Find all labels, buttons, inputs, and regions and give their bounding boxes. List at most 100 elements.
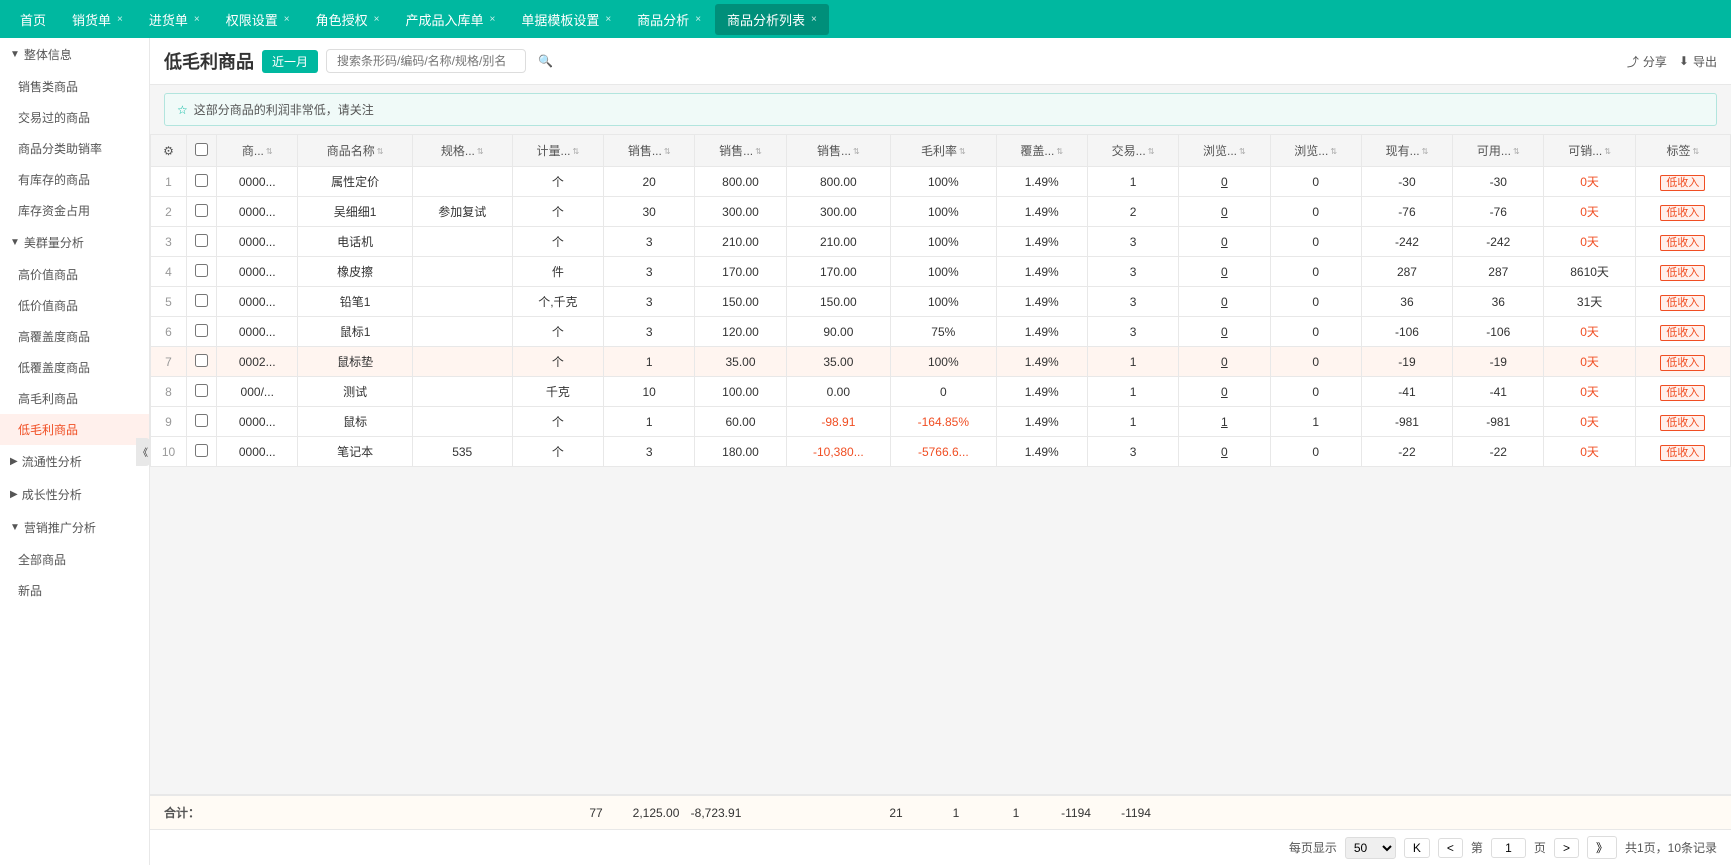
- col-sales-profit[interactable]: 销售...⇅: [786, 135, 890, 167]
- sidebar-item-inventory-capital[interactable]: 库存资金占用: [0, 195, 149, 226]
- nav-roles[interactable]: 角色授权 ×: [304, 4, 392, 35]
- next-page-button[interactable]: >: [1554, 838, 1579, 858]
- nav-product-analysis[interactable]: 商品分析 ×: [625, 4, 713, 35]
- sidebar-item-all-products[interactable]: 全部商品: [0, 544, 149, 575]
- row-views1-8[interactable]: 1: [1179, 407, 1270, 437]
- select-all-checkbox[interactable]: [195, 143, 208, 156]
- last-page-button[interactable]: 》: [1587, 836, 1617, 859]
- col-available-stock[interactable]: 可用...⇅: [1453, 135, 1544, 167]
- col-views1[interactable]: 浏览...⇅: [1179, 135, 1270, 167]
- row-checkbox-9[interactable]: [187, 437, 217, 467]
- time-filter-button[interactable]: 近一月: [262, 50, 318, 73]
- row-sales-amount-4: 150.00: [695, 287, 786, 317]
- col-sellable-days[interactable]: 可销...⇅: [1544, 135, 1635, 167]
- export-button[interactable]: ⬇ 导出: [1679, 53, 1717, 70]
- row-checkbox-8[interactable]: [187, 407, 217, 437]
- col-views2[interactable]: 浏览...⇅: [1270, 135, 1361, 167]
- sidebar-item-traded-products[interactable]: 交易过的商品: [0, 102, 149, 133]
- row-margin-9: -5766.6...: [891, 437, 997, 467]
- row-sales-qty-0: 20: [604, 167, 695, 197]
- row-sales-amount-6: 35.00: [695, 347, 786, 377]
- nav-close-templates[interactable]: ×: [605, 14, 611, 25]
- sidebar-item-high-margin[interactable]: 高毛利商品: [0, 383, 149, 414]
- row-views1-3[interactable]: 0: [1179, 257, 1270, 287]
- sidebar-item-category-rate[interactable]: 商品分类助销率: [0, 133, 149, 164]
- col-checkbox[interactable]: [187, 135, 217, 167]
- row-checkbox-5[interactable]: [187, 317, 217, 347]
- row-checkbox-1[interactable]: [187, 197, 217, 227]
- sidebar-collapse-button[interactable]: 《: [136, 438, 150, 466]
- row-unit-4: 个,千克: [512, 287, 603, 317]
- sidebar-item-new-products[interactable]: 新品: [0, 575, 149, 606]
- table-row: 5 0000... 铅笔1 个,千克 3 150.00 150.00 100% …: [151, 287, 1731, 317]
- row-tag-2: 低收入: [1635, 227, 1730, 257]
- sidebar-group-cluster[interactable]: ▼ 美群量分析: [0, 226, 149, 259]
- nav-templates[interactable]: 单据模板设置 ×: [509, 4, 623, 35]
- nav-close-production[interactable]: ×: [489, 14, 495, 25]
- sidebar-group-marketing[interactable]: ▼ 营销推广分析: [0, 511, 149, 544]
- sidebar-item-high-value[interactable]: 高价值商品: [0, 259, 149, 290]
- row-name-6: 鼠标垫: [298, 347, 412, 377]
- row-checkbox-6[interactable]: [187, 347, 217, 377]
- row-views1-1[interactable]: 0: [1179, 197, 1270, 227]
- row-checkbox-2[interactable]: [187, 227, 217, 257]
- row-available-stock-2: -242: [1453, 227, 1544, 257]
- nav-production[interactable]: 产成品入库单 ×: [393, 4, 507, 35]
- nav-product-analysis-list[interactable]: 商品分析列表 ×: [715, 4, 829, 35]
- nav-close-purchase[interactable]: ×: [194, 14, 200, 25]
- page-input[interactable]: [1491, 838, 1526, 858]
- page-size-select[interactable]: 50 100 200: [1345, 837, 1396, 859]
- row-checkbox-3[interactable]: [187, 257, 217, 287]
- col-coverage[interactable]: 覆盖...⇅: [996, 135, 1087, 167]
- col-sales-qty[interactable]: 销售...⇅: [604, 135, 695, 167]
- prev-page-button[interactable]: <: [1438, 838, 1463, 858]
- col-name[interactable]: 商品名称⇅: [298, 135, 412, 167]
- sidebar-group-flow[interactable]: ▶ 流通性分析: [0, 445, 149, 478]
- nav-permissions[interactable]: 权限设置 ×: [214, 4, 302, 35]
- row-views1-6[interactable]: 0: [1179, 347, 1270, 377]
- row-views1-5[interactable]: 0: [1179, 317, 1270, 347]
- col-code[interactable]: 商...⇅: [217, 135, 298, 167]
- col-tag[interactable]: 标签⇅: [1635, 135, 1730, 167]
- sidebar-group-overview[interactable]: ▼ 整体信息: [0, 38, 149, 71]
- sidebar-item-low-coverage[interactable]: 低覆盖度商品: [0, 352, 149, 383]
- row-views1-2[interactable]: 0: [1179, 227, 1270, 257]
- nav-close-permissions[interactable]: ×: [284, 14, 290, 25]
- sidebar-item-low-value[interactable]: 低价值商品: [0, 290, 149, 321]
- col-transaction[interactable]: 交易...⇅: [1087, 135, 1178, 167]
- nav-sales[interactable]: 销货单 ×: [60, 4, 135, 35]
- sidebar-item-low-margin[interactable]: 低毛利商品: [0, 414, 149, 445]
- first-page-button[interactable]: K: [1404, 838, 1430, 858]
- share-button[interactable]: ⤴ 分享: [1627, 53, 1667, 70]
- row-coverage-8: 1.49%: [996, 407, 1087, 437]
- row-views1-0[interactable]: 0: [1179, 167, 1270, 197]
- col-margin-rate[interactable]: 毛利率⇅: [891, 135, 997, 167]
- sidebar-item-sales-products[interactable]: 销售类商品: [0, 71, 149, 102]
- col-current-stock[interactable]: 现有...⇅: [1361, 135, 1452, 167]
- nav-close-roles[interactable]: ×: [374, 14, 380, 25]
- search-input[interactable]: [326, 49, 526, 73]
- col-settings[interactable]: ⚙: [151, 135, 187, 167]
- sidebar-item-high-coverage[interactable]: 高覆盖度商品: [0, 321, 149, 352]
- nav-close-product-analysis-list[interactable]: ×: [811, 14, 817, 25]
- col-unit[interactable]: 计量...⇅: [512, 135, 603, 167]
- nav-purchase[interactable]: 进货单 ×: [137, 4, 212, 35]
- row-name-1: 吴细细1: [298, 197, 412, 227]
- row-views1-9[interactable]: 0: [1179, 437, 1270, 467]
- sidebar-item-in-stock[interactable]: 有库存的商品: [0, 164, 149, 195]
- row-checkbox-4[interactable]: [187, 287, 217, 317]
- sidebar-group-growth[interactable]: ▶ 成长性分析: [0, 478, 149, 511]
- nav-close-sales[interactable]: ×: [117, 14, 123, 25]
- row-checkbox-7[interactable]: [187, 377, 217, 407]
- share-icon: ⤴: [1627, 53, 1639, 70]
- col-spec[interactable]: 规格...⇅: [412, 135, 512, 167]
- row-views1-7[interactable]: 0: [1179, 377, 1270, 407]
- row-available-stock-6: -19: [1453, 347, 1544, 377]
- row-coverage-3: 1.49%: [996, 257, 1087, 287]
- col-sales-amount[interactable]: 销售...⇅: [695, 135, 786, 167]
- search-icon[interactable]: 🔍: [538, 54, 553, 68]
- nav-close-product-analysis[interactable]: ×: [695, 14, 701, 25]
- row-checkbox-0[interactable]: [187, 167, 217, 197]
- row-views1-4[interactable]: 0: [1179, 287, 1270, 317]
- nav-home[interactable]: 首页: [8, 4, 58, 35]
